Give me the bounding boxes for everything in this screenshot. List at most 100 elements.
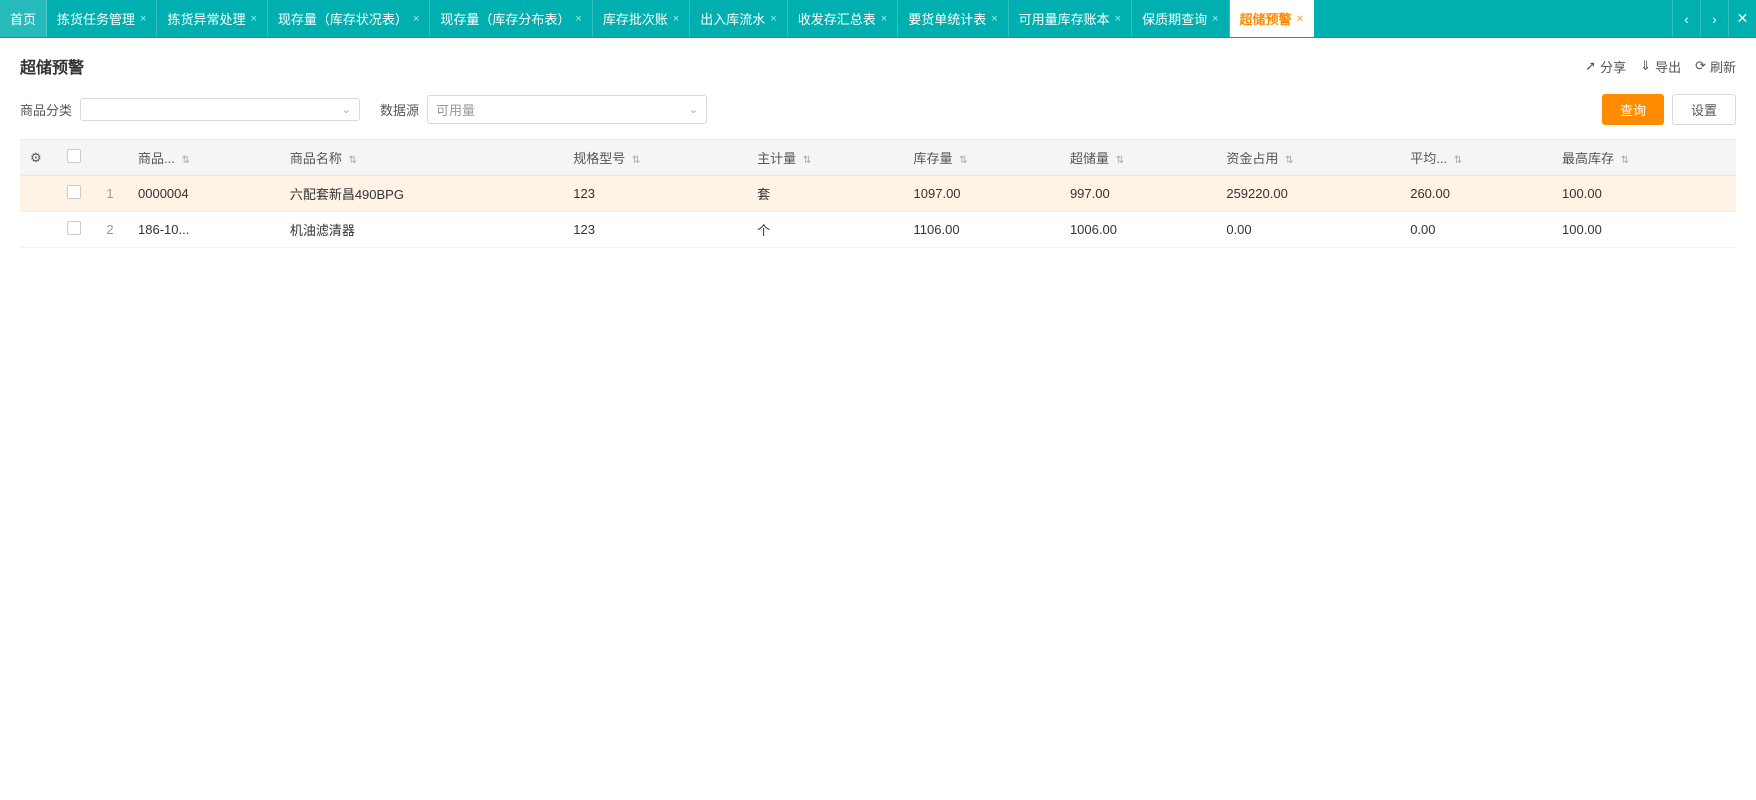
col-product-name[interactable]: 商品名称 ⇅ bbox=[280, 140, 563, 176]
nav-inventory-status-close[interactable]: × bbox=[413, 13, 419, 25]
col-product-code-label: 商品... bbox=[138, 151, 175, 166]
nav-inout-flow[interactable]: 出入库流水 × bbox=[690, 0, 787, 37]
table-header: ⚙ 商品... ⇅ 商品名称 ⇅ 规格型号 ⇅ bbox=[20, 140, 1736, 176]
share-button[interactable]: ➚ 分享 bbox=[1585, 57, 1626, 76]
col-max-stock-label: 最高库存 bbox=[1562, 151, 1614, 166]
export-label: 导出 bbox=[1655, 57, 1681, 76]
row-spec: 123 bbox=[563, 176, 747, 212]
nav-inout-flow-label: 出入库流水 bbox=[700, 9, 765, 28]
share-label: 分享 bbox=[1600, 57, 1626, 76]
nav-task-mgmt[interactable]: 拣货任务管理 × bbox=[47, 0, 157, 37]
row-settings-cell bbox=[20, 176, 56, 212]
settings-button[interactable]: 设置 bbox=[1672, 94, 1736, 125]
row-avg: 0.00 bbox=[1400, 212, 1552, 248]
col-capital-label: 资金占用 bbox=[1226, 151, 1278, 166]
nav-abnormal-close[interactable]: × bbox=[250, 13, 256, 25]
nav-arrow-left[interactable]: ‹ bbox=[1672, 0, 1700, 38]
row-max-stock: 100.00 bbox=[1552, 212, 1736, 248]
col-overstock-label: 超储量 bbox=[1070, 151, 1109, 166]
row-checkbox[interactable] bbox=[67, 221, 81, 235]
datasource-filter-group: 数据源 可用量 ⌄ bbox=[380, 95, 707, 124]
col-rownum bbox=[92, 140, 128, 176]
col-product-name-label: 商品名称 bbox=[290, 151, 342, 166]
row-overstock: 997.00 bbox=[1060, 176, 1216, 212]
col-spec[interactable]: 规格型号 ⇅ bbox=[563, 140, 747, 176]
share-icon: ➚ bbox=[1585, 58, 1596, 74]
category-select[interactable]: ⌄ bbox=[80, 98, 360, 121]
col-max-stock[interactable]: 最高库存 ⇅ bbox=[1552, 140, 1736, 176]
header-checkbox[interactable] bbox=[67, 149, 81, 163]
page-title: 超储预警 bbox=[20, 54, 84, 78]
col-checkbox[interactable] bbox=[56, 140, 92, 176]
nav-available-ledger[interactable]: 可用量库存账本 × bbox=[1009, 0, 1132, 37]
col-capital[interactable]: 资金占用 ⇅ bbox=[1216, 140, 1400, 176]
export-button[interactable]: ⇓ 导出 bbox=[1640, 57, 1681, 76]
col-product-code[interactable]: 商品... ⇅ bbox=[128, 140, 280, 176]
nav-inventory-dist[interactable]: 现存量（库存分布表） × bbox=[430, 0, 592, 37]
row-number: 2 bbox=[92, 212, 128, 248]
nav-arrow-close[interactable]: ✕ bbox=[1728, 0, 1756, 38]
row-unit: 套 bbox=[747, 176, 903, 212]
col-product-code-sort-icon: ⇅ bbox=[181, 155, 189, 166]
col-unit[interactable]: 主计量 ⇅ bbox=[747, 140, 903, 176]
row-unit: 个 bbox=[747, 212, 903, 248]
row-checkbox-cell[interactable] bbox=[56, 212, 92, 248]
datasource-select[interactable]: 可用量 ⌄ bbox=[427, 95, 707, 124]
row-stock: 1097.00 bbox=[904, 176, 1060, 212]
nav-task-mgmt-close[interactable]: × bbox=[140, 13, 146, 25]
col-stock-sort-icon: ⇅ bbox=[959, 155, 967, 166]
settings-icon: ⚙ bbox=[30, 150, 42, 165]
nav-quality-check[interactable]: 保质期查询 × bbox=[1132, 0, 1229, 37]
nav-arrow-right[interactable]: › bbox=[1700, 0, 1728, 38]
top-navigation: 首页 拣货任务管理 × 拣货异常处理 × 现存量（库存状况表） × 现存量（库存… bbox=[0, 0, 1756, 38]
table-row: 2 186-10... 机油滤清器 123 个 1106.00 1006.00 … bbox=[20, 212, 1736, 248]
nav-inventory-batch-close[interactable]: × bbox=[673, 13, 679, 25]
col-product-name-sort-icon: ⇅ bbox=[348, 155, 356, 166]
col-spec-label: 规格型号 bbox=[573, 151, 625, 166]
nav-order-stats-close[interactable]: × bbox=[991, 13, 997, 25]
nav-inventory-batch[interactable]: 库存批次账 × bbox=[593, 0, 690, 37]
row-product-name: 机油滤清器 bbox=[280, 212, 563, 248]
nav-recv-send-close[interactable]: × bbox=[881, 13, 887, 25]
row-overstock: 1006.00 bbox=[1060, 212, 1216, 248]
nav-home-label: 首页 bbox=[10, 9, 36, 28]
row-settings-cell bbox=[20, 212, 56, 248]
nav-arrows: ‹ › ✕ bbox=[1672, 0, 1756, 38]
datasource-filter-label: 数据源 bbox=[380, 100, 419, 119]
nav-available-ledger-close[interactable]: × bbox=[1115, 13, 1121, 25]
col-max-stock-sort-icon: ⇅ bbox=[1621, 155, 1629, 166]
col-unit-label: 主计量 bbox=[757, 151, 796, 166]
nav-recv-send[interactable]: 收发存汇总表 × bbox=[788, 0, 898, 37]
row-checkbox[interactable] bbox=[67, 185, 81, 199]
col-avg[interactable]: 平均... ⇅ bbox=[1400, 140, 1552, 176]
nav-task-mgmt-label: 拣货任务管理 bbox=[57, 9, 135, 28]
category-filter-label: 商品分类 bbox=[20, 100, 72, 119]
nav-overstock-warning-close[interactable]: × bbox=[1297, 13, 1303, 25]
table-row: 1 0000004 六配套新昌490BPG 123 套 1097.00 997.… bbox=[20, 176, 1736, 212]
nav-inventory-status[interactable]: 现存量（库存状况表） × bbox=[268, 0, 430, 37]
table-body: 1 0000004 六配套新昌490BPG 123 套 1097.00 997.… bbox=[20, 176, 1736, 248]
col-avg-sort-icon: ⇅ bbox=[1454, 155, 1462, 166]
row-stock: 1106.00 bbox=[904, 212, 1060, 248]
nav-quality-check-close[interactable]: × bbox=[1212, 13, 1218, 25]
refresh-label: 刷新 bbox=[1710, 57, 1736, 76]
nav-recv-send-label: 收发存汇总表 bbox=[798, 9, 876, 28]
nav-inout-flow-close[interactable]: × bbox=[770, 13, 776, 25]
nav-overstock-warning[interactable]: 超储预警 × bbox=[1230, 0, 1314, 37]
page-actions: ➚ 分享 ⇓ 导出 ⟳ 刷新 bbox=[1585, 57, 1736, 76]
row-checkbox-cell[interactable] bbox=[56, 176, 92, 212]
col-stock-label: 库存量 bbox=[914, 151, 953, 166]
nav-abnormal[interactable]: 拣货异常处理 × bbox=[157, 0, 267, 37]
refresh-button[interactable]: ⟳ 刷新 bbox=[1695, 57, 1736, 76]
col-unit-sort-icon: ⇅ bbox=[803, 155, 811, 166]
col-stock[interactable]: 库存量 ⇅ bbox=[904, 140, 1060, 176]
col-settings[interactable]: ⚙ bbox=[20, 140, 56, 176]
row-capital: 0.00 bbox=[1216, 212, 1400, 248]
nav-home[interactable]: 首页 bbox=[0, 0, 47, 37]
col-overstock[interactable]: 超储量 ⇅ bbox=[1060, 140, 1216, 176]
nav-order-stats[interactable]: 要货单统计表 × bbox=[898, 0, 1008, 37]
nav-order-stats-label: 要货单统计表 bbox=[908, 9, 986, 28]
nav-inventory-dist-close[interactable]: × bbox=[575, 13, 581, 25]
query-button[interactable]: 查询 bbox=[1602, 94, 1664, 125]
row-capital: 259220.00 bbox=[1216, 176, 1400, 212]
